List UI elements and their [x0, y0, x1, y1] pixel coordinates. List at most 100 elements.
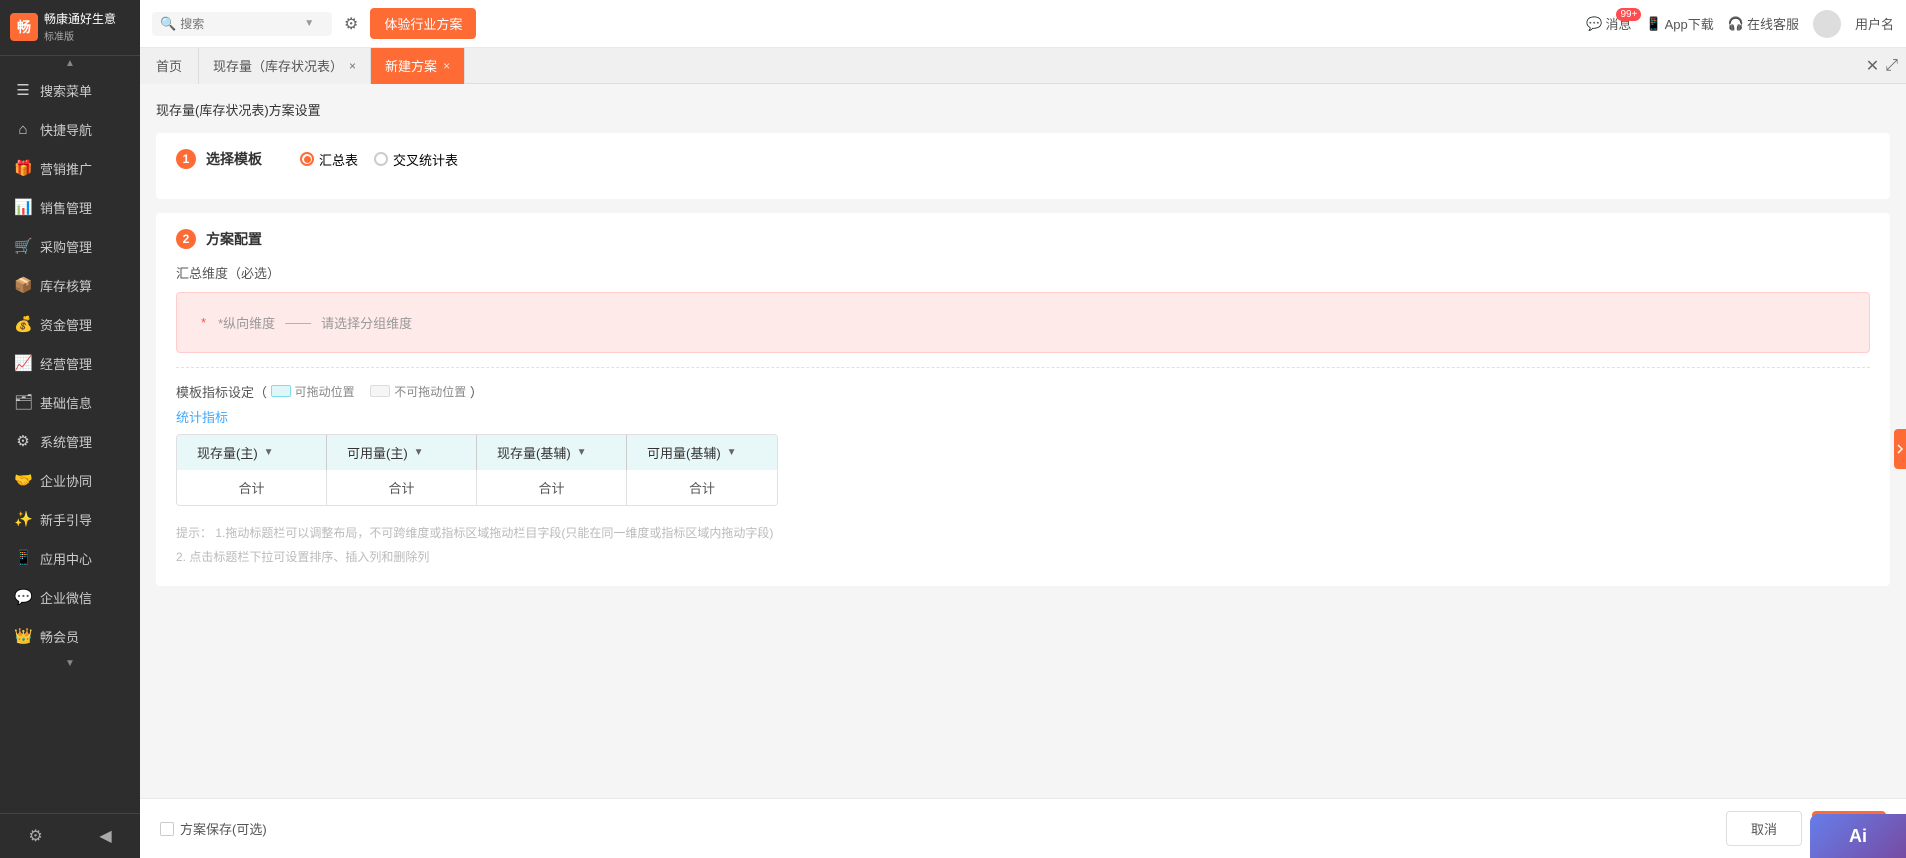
folder-icon: 🗂: [14, 393, 32, 411]
metric-body-2: 合计: [477, 470, 627, 505]
sidebar-item-purchase[interactable]: 🛒 采购管理: [0, 227, 140, 266]
topbar-gear-icon[interactable]: ⚙: [344, 14, 358, 34]
sidebar-item-marketing[interactable]: 🎁 营销推广: [0, 149, 140, 188]
step2-row: 2 方案配置: [176, 229, 1870, 249]
tabs-bar: 首页 现存量（库存状况表） × 新建方案 × ✕ ⤢: [140, 48, 1906, 84]
required-star: *: [201, 315, 206, 330]
tab-new-plan-close[interactable]: ×: [443, 59, 450, 73]
sidebar-scroll-up[interactable]: ▲: [0, 56, 140, 71]
trends-icon: 📈: [14, 354, 32, 372]
sidebar-logo: 畅 畅康通好生意 标准版: [0, 0, 140, 56]
save-option: 方案保存(可选): [160, 819, 267, 838]
sidebar-item-collab[interactable]: 🤝 企业协同: [0, 461, 140, 500]
dimension-box[interactable]: * *纵向维度 —— 请选择分组维度: [176, 292, 1870, 353]
tab-new-plan-label: 新建方案: [385, 56, 437, 75]
radio-summary[interactable]: 汇总表: [300, 150, 358, 169]
chevron-down-2: ▼: [577, 447, 587, 458]
save-checkbox[interactable]: [160, 822, 174, 836]
username-label: 用户名: [1855, 14, 1894, 33]
metric-header-1[interactable]: 可用量(主) ▼: [327, 435, 477, 470]
sidebar-item-label: 营销推广: [40, 159, 92, 178]
mobile-download-icon: 📱: [1645, 16, 1661, 32]
star-icon: ✨: [14, 510, 32, 528]
sidebar-item-basic-info[interactable]: 🗂 基础信息: [0, 383, 140, 422]
metric-body-0: 合计: [177, 470, 327, 505]
metric-header-3[interactable]: 可用量(基辅) ▼: [627, 435, 777, 470]
save-label: 方案保存(可选): [180, 819, 267, 838]
radio-cross-dot[interactable]: [374, 152, 388, 166]
sidebar-item-system[interactable]: ⚙ 系统管理: [0, 422, 140, 461]
step2-badge: 2: [176, 229, 196, 249]
sidebar-item-newbie[interactable]: ✨ 新手引导: [0, 500, 140, 539]
home-icon: ⌂: [14, 121, 32, 138]
avatar[interactable]: [1813, 10, 1841, 38]
main-area: 🔍 ▼ ⚙ 体验行业方案 💬 消息 99+ 📱 App下载 🎧 在线客服 用户名: [140, 0, 1906, 858]
sidebar-settings-btn[interactable]: ⚙: [20, 822, 50, 850]
sidebar-item-search[interactable]: ☰ 搜索菜单: [0, 71, 140, 110]
sidebar-item-quicknav[interactable]: ⌂ 快捷导航: [0, 110, 140, 149]
chevron-down-3: ▼: [727, 447, 737, 458]
money-icon: 💰: [14, 315, 32, 333]
sidebar-scroll-down[interactable]: ▼: [0, 656, 140, 671]
vertical-dimension-label: *纵向维度: [218, 313, 275, 332]
sidebar-item-label: 企业微信: [40, 588, 92, 607]
page-title: 现存量(库存状况表)方案设置: [156, 100, 1890, 119]
radio-cross[interactable]: 交叉统计表: [374, 150, 458, 169]
indicator-settings-label: 模板指标设定（ 可拖动位置 不可拖动位置 ）: [176, 382, 1870, 401]
tab-expand-icon[interactable]: ⤢: [1885, 57, 1898, 75]
metric-header-3-label: 可用量(基辅): [647, 443, 721, 462]
tab-home[interactable]: 首页: [140, 48, 199, 84]
sidebar-item-label: 系统管理: [40, 432, 92, 451]
sidebar-item-operations[interactable]: 📈 经营管理: [0, 344, 140, 383]
summary-dimension-label: 汇总维度（必选）: [176, 263, 1870, 282]
metric-header-0[interactable]: 现存量(主) ▼: [177, 435, 327, 470]
sidebar-item-label: 畅会员: [40, 627, 79, 646]
sidebar-item-wechat[interactable]: 💬 企业微信: [0, 578, 140, 617]
logo-sub: 标准版: [44, 28, 116, 43]
cancel-button[interactable]: 取消: [1726, 811, 1802, 846]
metric-header-0-label: 现存量(主): [197, 443, 258, 462]
step1-badge: 1: [176, 149, 196, 169]
dimension-placeholder: 请选择分组维度: [321, 313, 412, 332]
sidebar-item-label: 应用中心: [40, 549, 92, 568]
tab-inventory[interactable]: 现存量（库存状况表） ×: [199, 48, 371, 84]
chevron-down-0: ▼: [264, 447, 274, 458]
tab-new-plan[interactable]: 新建方案 ×: [371, 48, 465, 84]
sidebar-item-sales[interactable]: 📊 销售管理: [0, 188, 140, 227]
hint-section: 提示： 1.拖动标题栏可以调整布局，不可跨维度或指标区域拖动栏目字段(只能在同一…: [176, 523, 1870, 568]
sidebar-item-inventory[interactable]: 📦 库存核算: [0, 266, 140, 305]
sidebar-item-finance[interactable]: 💰 资金管理: [0, 305, 140, 344]
tab-close-all-icon[interactable]: ✕: [1866, 56, 1879, 76]
headset-icon: 🎧: [1728, 16, 1744, 32]
metric-header-2[interactable]: 现存量(基辅) ▼: [477, 435, 627, 470]
message-btn[interactable]: 💬 消息 99+: [1586, 14, 1631, 33]
tab-inventory-close[interactable]: ×: [349, 59, 356, 73]
ai-float-button[interactable]: Ai: [1810, 814, 1906, 858]
sidebar-item-appcenter[interactable]: 📱 应用中心: [0, 539, 140, 578]
sidebar-item-member[interactable]: 👑 畅会员: [0, 617, 140, 656]
topbar-search-box[interactable]: 🔍 ▼: [152, 12, 332, 36]
right-edge-tab[interactable]: [1894, 429, 1906, 469]
step1-title: 选择模板: [206, 149, 262, 169]
online-service-btn[interactable]: 🎧 在线客服: [1728, 14, 1799, 33]
chevron-down-icon[interactable]: ▼: [304, 18, 314, 29]
hint-1: 提示： 1.拖动标题栏可以调整布局，不可跨维度或指标区域拖动栏目字段(只能在同一…: [176, 523, 1870, 545]
metric-header-1-label: 可用量(主): [347, 443, 408, 462]
app-download-btn[interactable]: 📱 App下载: [1645, 14, 1713, 33]
metric-header-2-label: 现存量(基辅): [497, 443, 571, 462]
search-input[interactable]: [180, 17, 300, 31]
tab-inventory-label: 现存量（库存状况表）: [213, 56, 343, 75]
trial-btn[interactable]: 体验行业方案: [370, 8, 476, 39]
stats-title: 统计指标: [176, 407, 1870, 426]
radio-summary-dot[interactable]: [300, 152, 314, 166]
gift-icon: 🎁: [14, 159, 32, 177]
sidebar-item-label: 企业协同: [40, 471, 92, 490]
metrics-header-row: 现存量(主) ▼ 可用量(主) ▼ 现存量(基辅) ▼ 可用量(基辅): [177, 435, 777, 470]
sidebar-item-label: 库存核算: [40, 276, 92, 295]
template-options: 汇总表 交叉统计表: [300, 150, 458, 169]
sidebar: 畅 畅康通好生意 标准版 ▲ ☰ 搜索菜单 ⌂ 快捷导航 🎁 营销推广 📊 销售…: [0, 0, 140, 858]
sidebar-collapse-btn[interactable]: ◀: [91, 822, 119, 850]
sidebar-item-label: 快捷导航: [40, 120, 92, 139]
message-icon: 💬: [1586, 16, 1602, 32]
topbar: 🔍 ▼ ⚙ 体验行业方案 💬 消息 99+ 📱 App下载 🎧 在线客服 用户名: [140, 0, 1906, 48]
